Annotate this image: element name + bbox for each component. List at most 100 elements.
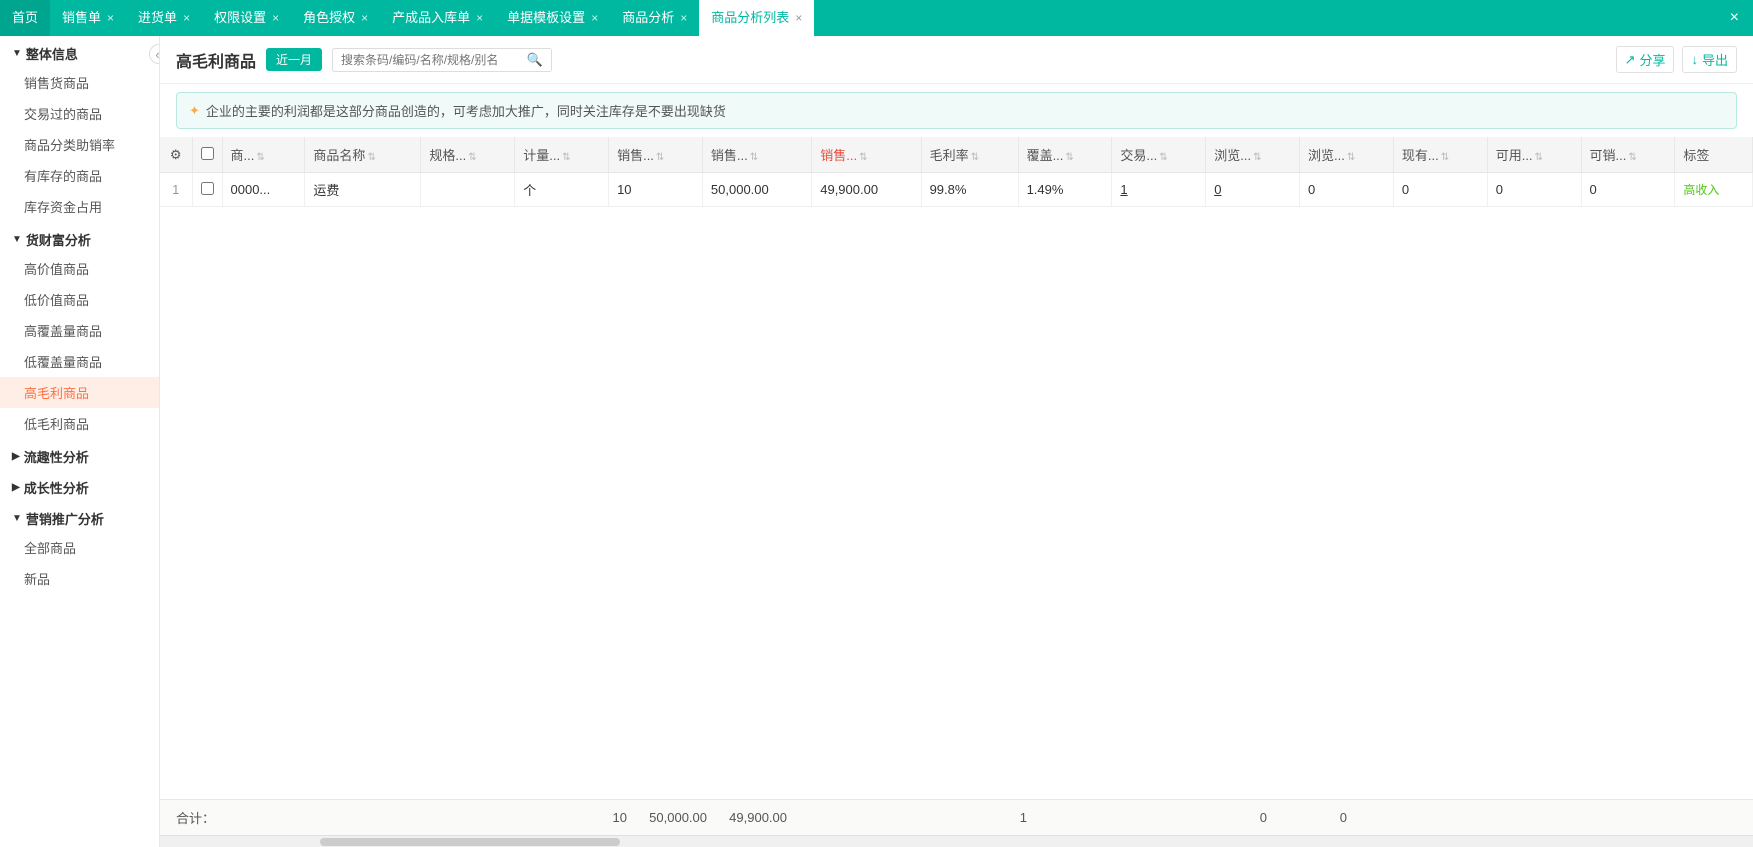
sidebar-item-stock-capital[interactable]: 库存资金占用 xyxy=(0,191,159,222)
col-current-stock[interactable]: 现有...⇅ xyxy=(1393,137,1487,173)
nav-product-analysis[interactable]: 商品分析 × xyxy=(610,0,699,36)
nav-sales-order[interactable]: 销售单 × xyxy=(50,0,126,36)
transaction-link[interactable]: 1 xyxy=(1120,182,1127,197)
nav-permission-settings[interactable]: 权限设置 × xyxy=(202,0,291,36)
cell-browse1: 0 xyxy=(1206,173,1300,207)
sidebar-group-overall[interactable]: ▼ 整体信息 xyxy=(0,36,159,67)
nav-template-settings[interactable]: 单据模板设置 × xyxy=(495,0,610,36)
share-button[interactable]: ↗ 分享 xyxy=(1616,46,1675,73)
nav-product-analysis-list[interactable]: 商品分析列表 × xyxy=(699,0,814,36)
col-coverage[interactable]: 覆盖...⇅ xyxy=(1018,137,1112,173)
col-name[interactable]: 商品名称⇅ xyxy=(305,137,421,173)
col-gross-margin[interactable]: 毛利率⇅ xyxy=(921,137,1018,173)
sidebar-group-marketing[interactable]: ▼ 营销推广分析 xyxy=(0,501,159,532)
sidebar-item-in-stock-goods[interactable]: 有库存的商品 xyxy=(0,160,159,191)
close-product-analysis-list[interactable]: × xyxy=(795,0,802,36)
cell-coverage: 1.49% xyxy=(1018,173,1112,207)
nav-role-auth[interactable]: 角色授权 × xyxy=(291,0,380,36)
footer-available-stock: 0 xyxy=(1275,810,1355,825)
period-button[interactable]: 近一月 xyxy=(266,48,322,71)
arrow-right-icon-2: ▶ xyxy=(12,482,20,493)
sort-icon-4: ⇅ xyxy=(562,152,570,163)
arrow-down-icon-3: ▼ xyxy=(12,513,22,524)
cell-gross-margin: 99.8% xyxy=(921,173,1018,207)
sidebar-item-traded-goods[interactable]: 交易过的商品 xyxy=(0,98,159,129)
col-checkbox[interactable] xyxy=(192,137,222,173)
sidebar-item-low-margin[interactable]: 低毛利商品 xyxy=(0,408,159,439)
col-available-stock[interactable]: 可用...⇅ xyxy=(1487,137,1581,173)
sort-icon-3: ⇅ xyxy=(468,152,476,163)
col-settings[interactable]: ⚙ xyxy=(160,137,192,173)
sidebar-group-liquidity[interactable]: ▶ 流趣性分析 xyxy=(0,439,159,470)
col-code[interactable]: 商...⇅ xyxy=(222,137,305,173)
sort-icon-13: ⇅ xyxy=(1441,152,1449,163)
cell-transaction: 1 xyxy=(1112,173,1206,207)
sidebar-item-sales-goods[interactable]: 销售货商品 xyxy=(0,67,159,98)
footer-sales-amount: 50,000.00 xyxy=(635,810,715,825)
arrow-down-icon: ▼ xyxy=(12,48,22,59)
search-icon[interactable]: 🔍 xyxy=(527,52,543,68)
top-navigation: 首页 销售单 × 进货单 × 权限设置 × 角色授权 × 产成品入库单 × 单据… xyxy=(0,0,1753,36)
sort-icon-11: ⇅ xyxy=(1253,152,1261,163)
close-template-settings[interactable]: × xyxy=(591,0,598,36)
col-transaction[interactable]: 交易...⇅ xyxy=(1112,137,1206,173)
sidebar-item-low-value[interactable]: 低价值商品 xyxy=(0,284,159,315)
nav-production-inbound[interactable]: 产成品入库单 × xyxy=(380,0,495,36)
sort-icon-9: ⇅ xyxy=(1065,152,1073,163)
close-product-analysis[interactable]: × xyxy=(680,0,687,36)
window-close-button[interactable]: × xyxy=(1716,0,1753,36)
sidebar-item-high-coverage[interactable]: 高覆盖量商品 xyxy=(0,315,159,346)
tip-icon: ✦ xyxy=(189,103,200,119)
browse1-link[interactable]: 0 xyxy=(1214,182,1221,197)
sidebar-item-category-sales-rate[interactable]: 商品分类助销率 xyxy=(0,129,159,160)
export-icon: ↓ xyxy=(1691,52,1698,67)
horizontal-scrollbar[interactable] xyxy=(160,835,1753,847)
close-purchase-order[interactable]: × xyxy=(183,0,190,36)
col-spec[interactable]: 规格...⇅ xyxy=(421,137,515,173)
col-sales-amount[interactable]: 销售...⇅ xyxy=(702,137,811,173)
cell-available-stock: 0 xyxy=(1487,173,1581,207)
cell-code: 0000... xyxy=(222,173,305,207)
sidebar-item-new-goods[interactable]: 新品 xyxy=(0,563,159,594)
nav-home[interactable]: 首页 xyxy=(0,0,50,36)
sidebar-item-high-value[interactable]: 高价值商品 xyxy=(0,253,159,284)
sort-icon-10: ⇅ xyxy=(1159,152,1167,163)
cell-index: 1 xyxy=(160,173,192,207)
sort-icon-15: ⇅ xyxy=(1628,152,1636,163)
table-row: 1 0000... 运费 个 10 50,000.00 49,900.00 99… xyxy=(160,173,1753,207)
scrollbar-thumb[interactable] xyxy=(320,838,620,846)
close-production-inbound[interactable]: × xyxy=(476,0,483,36)
close-role-auth[interactable]: × xyxy=(361,0,368,36)
col-saleable-stock[interactable]: 可销...⇅ xyxy=(1581,137,1675,173)
export-button[interactable]: ↓ 导出 xyxy=(1682,46,1737,73)
close-permission-settings[interactable]: × xyxy=(272,0,279,36)
sidebar-item-all-goods[interactable]: 全部商品 xyxy=(0,532,159,563)
close-sales-order[interactable]: × xyxy=(107,0,114,36)
col-sales-qty[interactable]: 销售...⇅ xyxy=(609,137,703,173)
sidebar-group-growth[interactable]: ▶ 成长性分析 xyxy=(0,470,159,501)
sort-icon: ⇅ xyxy=(256,152,264,163)
select-all-checkbox[interactable] xyxy=(201,147,214,160)
footer-sales-profit: 49,900.00 xyxy=(715,810,795,825)
col-sales-profit[interactable]: 销售...⇅ xyxy=(812,137,921,173)
info-banner: ✦ 企业的主要的利润都是这部分商品创造的，可考虑加大推广，同时关注库存是不要出现… xyxy=(176,92,1737,129)
col-unit[interactable]: 计量...⇅ xyxy=(515,137,609,173)
col-tag[interactable]: 标签 xyxy=(1675,137,1753,173)
col-browse2[interactable]: 浏览...⇅ xyxy=(1300,137,1394,173)
arrow-down-icon-2: ▼ xyxy=(12,234,22,245)
sidebar-group-wealth[interactable]: ▼ 货财富分析 xyxy=(0,222,159,253)
sort-icon-12: ⇅ xyxy=(1347,152,1355,163)
nav-purchase-order[interactable]: 进货单 × xyxy=(126,0,202,36)
footer-current-stock: 0 xyxy=(1195,810,1275,825)
sidebar-item-high-margin[interactable]: 高毛利商品 xyxy=(0,377,159,408)
sidebar-item-low-coverage[interactable]: 低覆盖量商品 xyxy=(0,346,159,377)
cell-checkbox[interactable] xyxy=(192,173,222,207)
search-input[interactable] xyxy=(341,53,521,67)
col-browse1[interactable]: 浏览...⇅ xyxy=(1206,137,1300,173)
share-icon: ↗ xyxy=(1625,52,1636,68)
cell-saleable-stock: 0 xyxy=(1581,173,1675,207)
cell-unit: 个 xyxy=(515,173,609,207)
cell-spec xyxy=(421,173,515,207)
table-header-row: ⚙ 商...⇅ 商品名称⇅ 规格...⇅ 计量...⇅ 销售...⇅ 销售...… xyxy=(160,137,1753,173)
row-checkbox[interactable] xyxy=(201,182,214,195)
